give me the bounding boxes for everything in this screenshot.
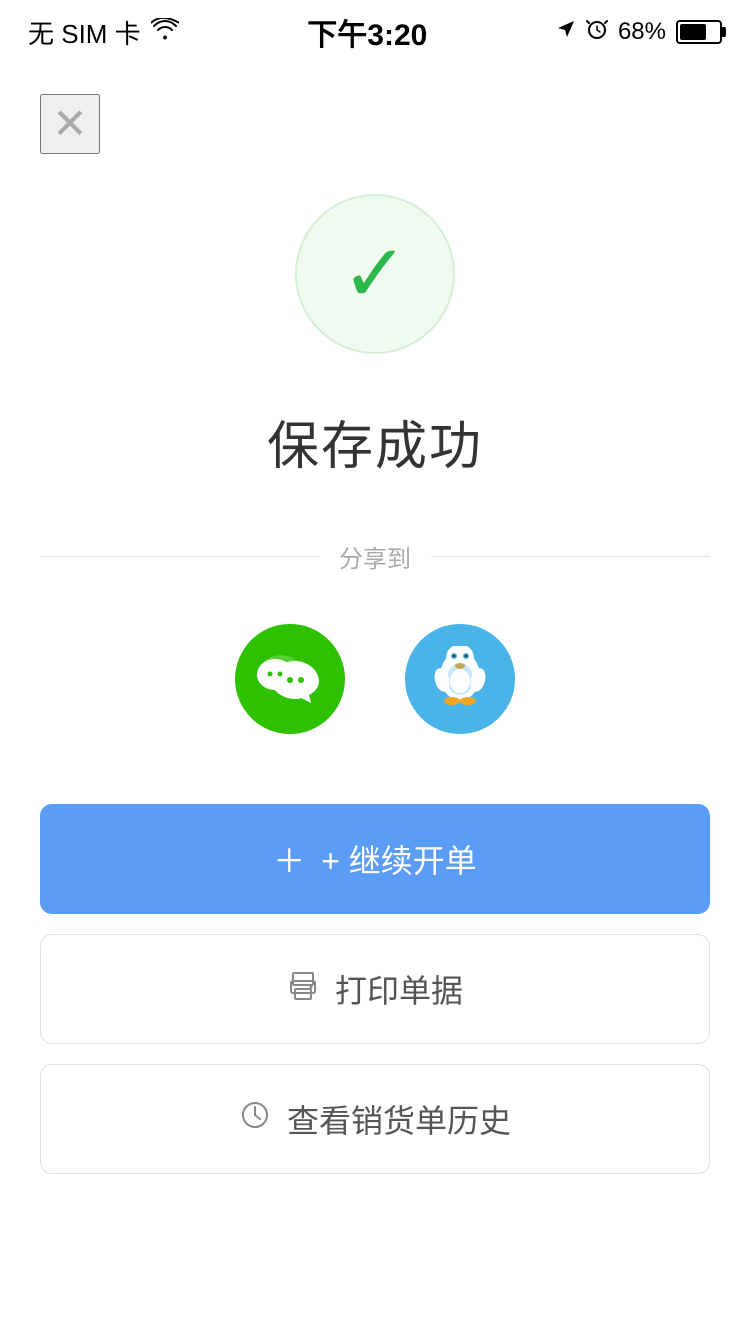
- print-label: 打印单据: [335, 966, 463, 1012]
- print-button[interactable]: 打印单据: [40, 934, 710, 1044]
- continue-order-button[interactable]: ＋ + 继续开单: [40, 804, 710, 914]
- qq-share-button[interactable]: [405, 624, 515, 734]
- close-icon: ✕: [52, 103, 87, 145]
- status-right: 68%: [556, 18, 722, 47]
- main-content: ✕ ✓ 保存成功 分享到: [0, 64, 750, 1204]
- no-sim-text: 无 SIM 卡: [28, 14, 141, 51]
- status-bar: 无 SIM 卡 下午3:20 68%: [0, 0, 750, 64]
- checkmark-icon: ✓: [341, 234, 408, 314]
- wifi-icon: [151, 18, 179, 47]
- share-divider: 分享到: [40, 539, 710, 574]
- battery-icon: [676, 20, 722, 44]
- share-label: 分享到: [339, 539, 411, 574]
- plus-icon: ＋: [273, 836, 305, 882]
- continue-order-label: + 继续开单: [321, 836, 477, 882]
- printer-icon: [287, 969, 319, 1009]
- share-icons-container: [235, 624, 515, 734]
- close-button[interactable]: ✕: [40, 94, 100, 154]
- clock-icon: [239, 1099, 271, 1139]
- action-buttons: ＋ + 继续开单 打印单据 查看销货单历: [40, 804, 710, 1174]
- divider-left: [40, 556, 319, 557]
- success-title: 保存成功: [267, 404, 483, 479]
- alarm-icon: [586, 18, 608, 47]
- view-history-button[interactable]: 查看销货单历史: [40, 1064, 710, 1174]
- wechat-share-button[interactable]: [235, 624, 345, 734]
- location-icon: [556, 18, 576, 46]
- history-label: 查看销货单历史: [287, 1096, 511, 1142]
- divider-right: [431, 556, 710, 557]
- status-left: 无 SIM 卡: [28, 14, 179, 51]
- battery-percent: 68%: [618, 18, 666, 46]
- status-time: 下午3:20: [307, 10, 427, 54]
- success-circle: ✓: [295, 194, 455, 354]
